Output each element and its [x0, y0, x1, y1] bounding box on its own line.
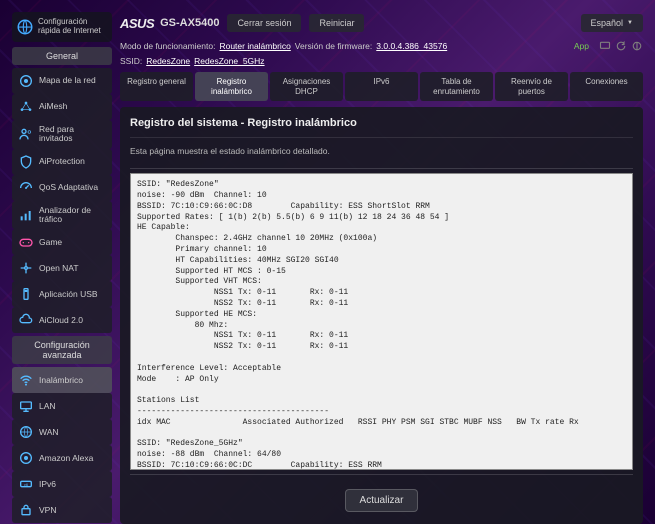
page-title: Registro del sistema - Registro inalámbr… [130, 117, 633, 138]
section-general: General [12, 47, 112, 65]
model-name: GS-AX5400 [160, 17, 219, 29]
lan-icon [18, 398, 34, 414]
sidebar-item-map[interactable]: Mapa de la red [12, 68, 112, 94]
tab-general-log[interactable]: Registro general [120, 72, 193, 101]
divider [130, 474, 633, 475]
sidebar-item-alexa[interactable]: Amazon Alexa [12, 445, 112, 471]
tab-ipv6[interactable]: IPv6 [345, 72, 418, 101]
sidebar-item-aiprotection[interactable]: AiProtection [12, 149, 112, 175]
aiprotection-icon [18, 154, 34, 170]
info-row-1: Modo de funcionamiento: Router inalámbri… [120, 38, 643, 54]
traffic-icon [18, 207, 34, 223]
sidebar-item-lan[interactable]: LAN [12, 393, 112, 419]
sidebar-item-guest[interactable]: Red para invitados [12, 120, 112, 149]
sidebar-label: LAN [39, 402, 56, 411]
firmware-link[interactable]: 3.0.0.4.386_43576 [376, 41, 447, 51]
sidebar-item-opennat[interactable]: Open NAT [12, 255, 112, 281]
sidebar-item-qos[interactable]: QoS Adaptativa [12, 175, 112, 201]
ipv6s-icon: v6 [18, 476, 34, 492]
aicloud-icon [18, 312, 34, 328]
sidebar-label: AiMesh [39, 102, 67, 111]
opennat-icon [18, 260, 34, 276]
page-description: Esta página muestra el estado inalámbric… [130, 138, 633, 164]
wan-icon [18, 424, 34, 440]
sidebar-label: IPv6 [39, 480, 56, 489]
mode-link[interactable]: Router inalámbrico [219, 41, 290, 51]
sidebar-label: WAN [39, 428, 59, 437]
sidebar-label: QoS Adaptativa [39, 183, 98, 192]
sidebar-label: Mapa de la red [39, 76, 96, 85]
language-select[interactable]: Español [581, 14, 643, 32]
quick-setup-label: Configuración rápida de Internet [38, 18, 108, 36]
qos-icon [18, 180, 34, 196]
tab-wireless-log[interactable]: Registro inalámbrico [195, 72, 268, 101]
quick-setup-button[interactable]: Configuración rápida de Internet [12, 12, 112, 42]
update-button[interactable]: Actualizar [345, 489, 419, 512]
sidebar-label: Open NAT [39, 264, 79, 273]
wireless-icon [18, 372, 34, 388]
tab-dhcp[interactable]: Asignaciones DHCP [270, 72, 343, 101]
refresh-icon[interactable] [615, 40, 627, 52]
feedback-icon[interactable] [599, 40, 611, 52]
sidebar-label: Amazon Alexa [39, 454, 93, 463]
sidebar-item-ipv6s[interactable]: v6 IPv6 [12, 471, 112, 497]
sidebar-item-game[interactable]: Game [12, 229, 112, 255]
divider [130, 168, 633, 169]
sidebar-item-wan[interactable]: WAN [12, 419, 112, 445]
map-icon [18, 73, 34, 89]
sidebar-item-vpn[interactable]: VPN [12, 497, 112, 523]
logout-button[interactable]: Cerrar sesión [227, 14, 301, 32]
sidebar-label: Aplicación USB [39, 290, 98, 299]
section-advanced: Configuración avanzada [12, 336, 112, 364]
sidebar-item-aicloud[interactable]: AiCloud 2.0 [12, 307, 112, 333]
usb-icon [18, 286, 34, 302]
game-icon [18, 234, 34, 250]
sidebar-item-traffic[interactable]: Analizador de tráfico [12, 201, 112, 230]
sidebar-label: Inalámbrico [39, 376, 83, 385]
asus-logo: ASUS [120, 16, 154, 31]
wireless-log-output[interactable]: SSID: "RedesZone" noise: -90 dBm Channel… [130, 173, 633, 470]
sidebar-label: AiProtection [39, 157, 85, 166]
aimesh-icon [18, 99, 34, 115]
tab-conns[interactable]: Conexiones [570, 72, 643, 101]
restart-button[interactable]: Reiniciar [309, 14, 364, 32]
vpn-icon [18, 502, 34, 518]
ssid-2[interactable]: RedesZone_5GHz [194, 56, 264, 66]
sidebar-label: AiCloud 2.0 [39, 316, 83, 325]
ssid-1[interactable]: RedesZone [146, 56, 190, 66]
info-row-2: SSID: RedesZone RedesZone_5GHz [120, 54, 643, 68]
sidebar-item-wireless[interactable]: Inalámbrico [12, 367, 112, 393]
sidebar-item-aimesh[interactable]: AiMesh [12, 94, 112, 120]
sidebar-item-usb[interactable]: Aplicación USB [12, 281, 112, 307]
theme-icon[interactable] [631, 40, 643, 52]
alexa-icon [18, 450, 34, 466]
sidebar-label: VPN [39, 506, 56, 515]
globe-settings-icon [16, 18, 34, 36]
tab-routing[interactable]: Tabla de enrutamiento [420, 72, 493, 101]
tab-portfwd[interactable]: Reenvío de puertos [495, 72, 568, 101]
sidebar-label: Analizador de tráfico [39, 206, 106, 225]
app-link[interactable]: App [574, 41, 589, 51]
sidebar-label: Game [39, 238, 62, 247]
sidebar-label: Red para invitados [39, 125, 106, 144]
guest-icon [18, 126, 34, 142]
brand: ASUS GS-AX5400 [120, 16, 219, 31]
